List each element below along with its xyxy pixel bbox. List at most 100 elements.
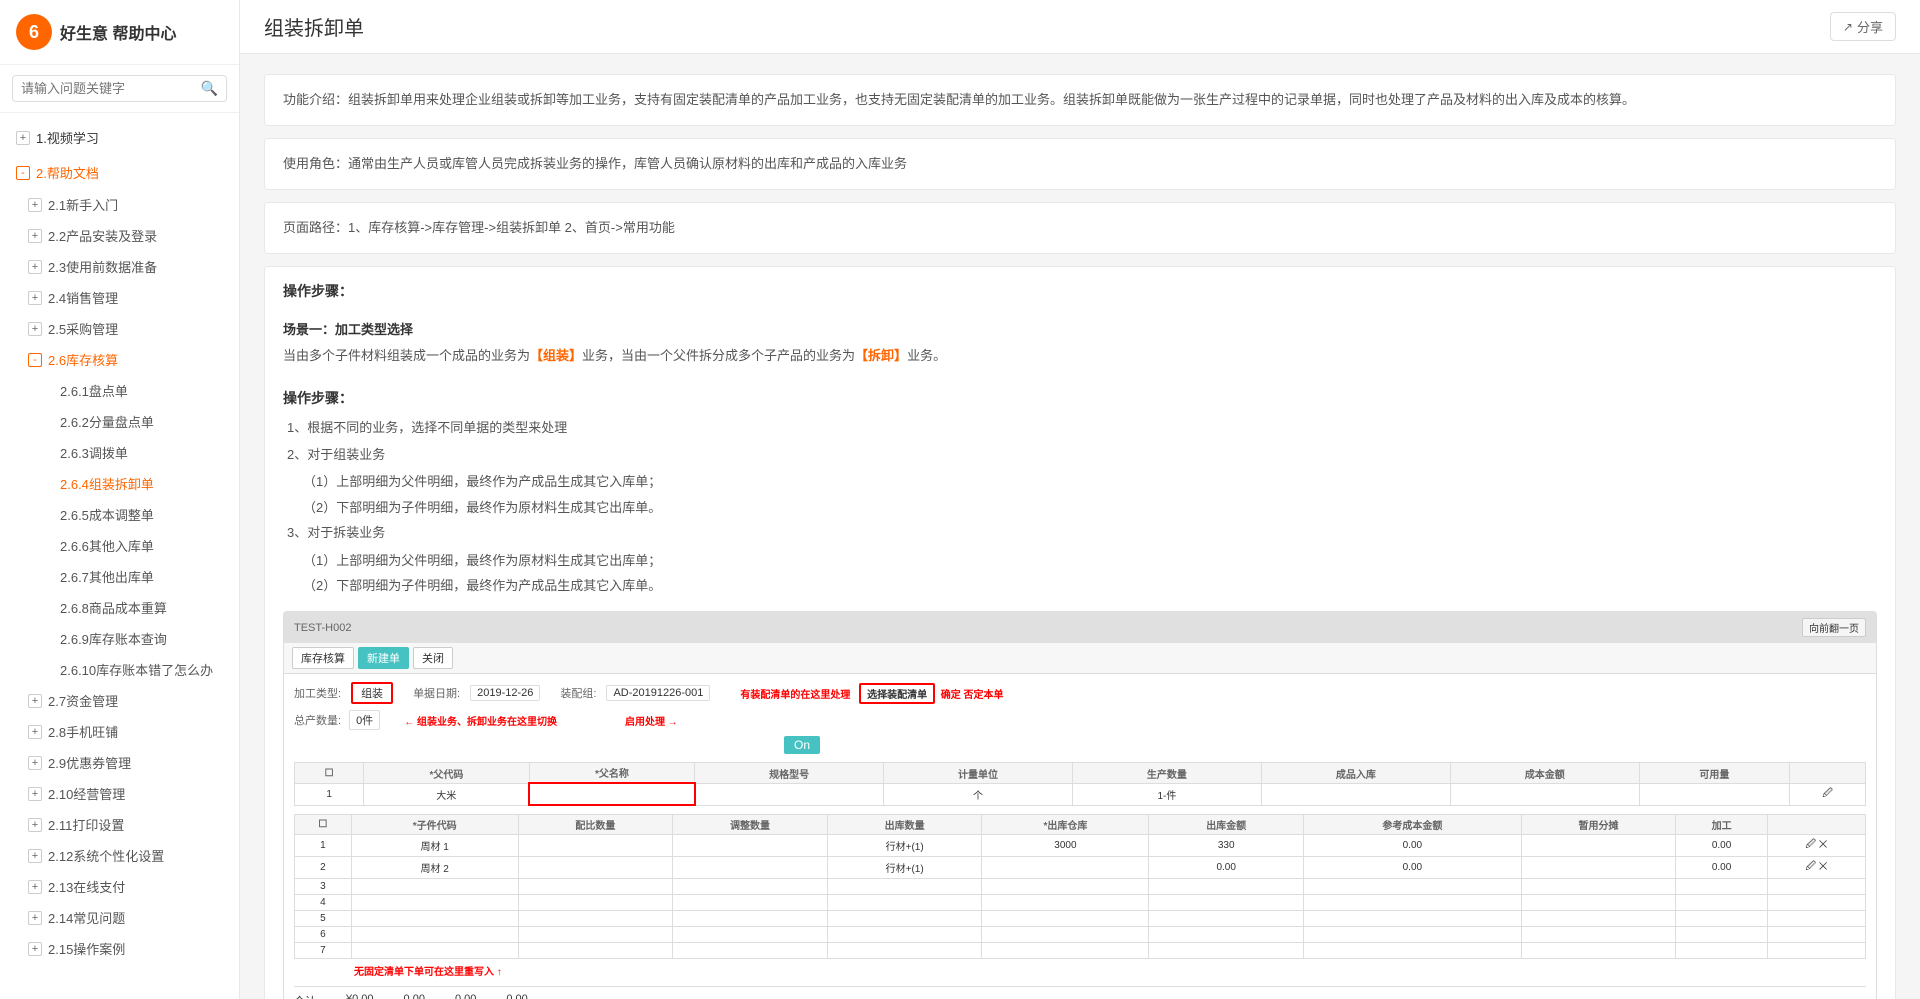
sim-assembly-label: 装配组: — [560, 685, 596, 701]
steps-heading: 操作步骤： — [283, 267, 1877, 309]
col-in-qty: 成品入库 — [1261, 763, 1450, 784]
annotation-1-btn: 选择装配清单 — [859, 683, 935, 704]
sidebar-item-personalize[interactable]: + 2.12系统个性化设置 — [0, 840, 239, 871]
logo-area: 6 好生意 帮助中心 — [0, 0, 239, 65]
inventory-sub-items: 2.6.1盘点单 2.6.2分量盘点单 2.6.3调拨单 2.6.4组装拆卸单 … — [0, 375, 239, 685]
sidebar-item-finance[interactable]: + 2.7资金管理 — [0, 685, 239, 716]
sidebar-item-mobile[interactable]: + 2.8手机旺铺 — [0, 716, 239, 747]
sidebar-item-purchase[interactable]: + 2.5采购管理 — [0, 313, 239, 344]
expand-icon-ss210: + — [28, 787, 42, 801]
sidebar-item-inventory[interactable]: - 2.6库存核算 — [0, 344, 239, 375]
screenshot-topbar-id: TEST-H002 — [294, 622, 351, 634]
sim-type-select[interactable]: 组装 — [351, 682, 393, 704]
sim-tab-inventory: 库存核算 — [292, 647, 354, 669]
screenshot-topbar-btn: 向前翻一页 — [1802, 618, 1866, 637]
intro-block-3: 页面路径：1、库存核算->库存管理->组装拆卸单 2、首页->常用功能 — [264, 202, 1896, 254]
share-icon: ↗ — [1843, 20, 1853, 34]
sim-tab-close: 关闭 — [413, 647, 453, 669]
sidebar-item-help-docs[interactable]: - 2.帮助文档 — [0, 156, 239, 189]
sidebar-item-other-in[interactable]: 2.6.6其他入库单 — [16, 530, 239, 561]
expand-icon-ss28: + — [28, 725, 42, 739]
share-button[interactable]: ↗ 分享 — [1830, 12, 1896, 41]
sidebar-item-inventory-count[interactable]: 2.6.1盘点单 — [16, 375, 239, 406]
sim-qty-value: 0件 — [349, 710, 380, 730]
col-cost: 成本金额 — [1450, 763, 1639, 784]
expand-icon-ss22: + — [28, 229, 42, 243]
logo-icon: 6 — [16, 14, 52, 50]
sidebar-item-transfer[interactable]: 2.6.3调拨单 — [16, 437, 239, 468]
sim-qty-label: 总产数量: — [294, 712, 341, 728]
sidebar-item-coupon[interactable]: + 2.9优惠券管理 — [0, 747, 239, 778]
sidebar-item-print[interactable]: + 2.11打印设置 — [0, 809, 239, 840]
main-area: 组装拆卸单 ↗ 分享 功能介绍：组装拆卸单用来处理企业组装或拆卸等加工业务，支持… — [240, 0, 1920, 999]
search-area: 🔍 — [0, 65, 239, 113]
sim-sub-row-2: 2周材 2行材+(1)0.000.000.00🖉 ✕ — [295, 857, 1866, 879]
logo-text: 好生意 帮助中心 — [60, 20, 176, 44]
expand-icon-ss211: + — [28, 818, 42, 832]
sim-tab-new: 新建单 — [358, 647, 409, 669]
col-parent-code: *父代码 — [364, 763, 529, 784]
step2: 2、对于组装业务 — [283, 443, 1877, 466]
sim-main-row-1: 1 大米 个 1-件 🖉 — [295, 783, 1866, 805]
sidebar-item-stock-query[interactable]: 2.6.9库存账本查询 — [16, 623, 239, 654]
annotation-1: 有装配清单的在这里处理 选择装配清单 确定 否定本单 — [740, 683, 1003, 704]
sim-sub-row-3: 3 — [295, 879, 1866, 895]
expand-icon-ss29: + — [28, 756, 42, 770]
collapse-icon-ss26: - — [28, 353, 42, 367]
scene1-desc: 当由多个子件材料组装成一个成品的业务为【组装】业务，当由一个父件拆分成多个子产品… — [283, 344, 1877, 367]
step1: 1、根据不同的业务，选择不同单据的类型来处理 — [283, 416, 1877, 439]
nav-list: + 1.视频学习 - 2.帮助文档 + 2.1新手入门 + 2.2产品安装及登录… — [0, 113, 239, 999]
col-available: 可用量 — [1639, 763, 1789, 784]
sidebar: 6 好生意 帮助中心 🔍 + 1.视频学习 - 2.帮助文档 + 2.1新 — [0, 0, 240, 999]
sim-footer: 合计 ¥0.00 0.00 0.00 0.00 — [294, 986, 1866, 999]
sim-date-value: 2019-12-26 — [470, 685, 540, 701]
col-check: ☐ — [295, 763, 364, 784]
sim-type-label: 加工类型: — [294, 685, 341, 701]
expand-icon-ss21: + — [28, 198, 42, 212]
sidebar-item-beginner[interactable]: + 2.1新手入门 — [0, 189, 239, 220]
sim-date-label: 单据日期: — [413, 685, 460, 701]
sidebar-item-stock-error[interactable]: 2.6.10库存账本错了怎么办 — [16, 654, 239, 685]
sidebar-item-mgmt[interactable]: + 2.10经营管理 — [0, 778, 239, 809]
step2-1: （1）上部明细为父件明细，最终作为产成品生成其它入库单； — [283, 470, 1877, 493]
ops-heading: 操作步骤： — [283, 374, 1877, 416]
screenshot-container: TEST-H002 向前翻一页 库存核算 新建单 关闭 加工类型: 组装 单据日… — [283, 611, 1877, 999]
step3-1: （1）上部明细为父件明细，最终作为原材料生成其它出库单； — [283, 549, 1877, 572]
expand-icon-ss213: + — [28, 880, 42, 894]
search-icon[interactable]: 🔍 — [201, 80, 218, 97]
sim-sub-table: ☐ *子件代码 配比数量 调整数量 出库数量 *出库仓库 出库金额 参考成本金额… — [294, 814, 1866, 959]
search-input[interactable] — [21, 81, 201, 96]
col-prod-qty: 生产数量 — [1072, 763, 1261, 784]
sidebar-item-video-learning[interactable]: + 1.视频学习 — [0, 121, 239, 154]
sidebar-item-cases[interactable]: + 2.15操作案例 — [0, 933, 239, 964]
expand-icon-ss27: + — [28, 694, 42, 708]
search-box: 🔍 — [12, 75, 227, 102]
annotation-2: ← 组装业务、拆卸业务在这里切换 — [404, 713, 557, 728]
sim-sub-row-6: 6 — [295, 927, 1866, 943]
topbar: 组装拆卸单 ↗ 分享 — [240, 0, 1920, 54]
nav-section-help-docs: - 2.帮助文档 + 2.1新手入门 + 2.2产品安装及登录 + 2.3使用前… — [0, 156, 239, 964]
sidebar-item-cost-recalc[interactable]: 2.6.8商品成本重算 — [16, 592, 239, 623]
expand-icon-ss215: + — [28, 942, 42, 956]
sidebar-item-data-prep[interactable]: + 2.3使用前数据准备 — [0, 251, 239, 282]
sidebar-item-install[interactable]: + 2.2产品安装及登录 — [0, 220, 239, 251]
sidebar-item-partial-count[interactable]: 2.6.2分量盘点单 — [16, 406, 239, 437]
annotation-4: 无固定清单下单可在这里重写入 ↑ — [354, 963, 1866, 978]
col-unit: 计量单位 — [884, 763, 1073, 784]
sim-sub-row-5: 5 — [295, 911, 1866, 927]
page-title: 组装拆卸单 — [264, 12, 364, 41]
content-area: 功能介绍：组装拆卸单用来处理企业组装或拆卸等加工业务，支持有固定装配清单的产品加… — [240, 54, 1920, 999]
expand-icon-ss212: + — [28, 849, 42, 863]
on-badge: On — [784, 736, 820, 754]
sim-sub-row-1: 1周材 1行材+(1)30003300.000.00🖉 ✕ — [295, 835, 1866, 857]
step3: 3、对于拆装业务 — [283, 521, 1877, 544]
sidebar-item-assembly[interactable]: 2.6.4组装拆卸单 — [16, 468, 239, 499]
sidebar-item-payment[interactable]: + 2.13在线支付 — [0, 871, 239, 902]
col-parent-name: *父名称 — [529, 763, 694, 784]
sidebar-item-sales[interactable]: + 2.4销售管理 — [0, 282, 239, 313]
sidebar-item-faq[interactable]: + 2.14常见问题 — [0, 902, 239, 933]
sidebar-item-cost-adjust[interactable]: 2.6.5成本调整单 — [16, 499, 239, 530]
expand-icon-ss214: + — [28, 911, 42, 925]
sim-sub-table-area: ☐ *子件代码 配比数量 调整数量 出库数量 *出库仓库 出库金额 参考成本金额… — [294, 814, 1866, 959]
sidebar-item-other-out[interactable]: 2.6.7其他出库单 — [16, 561, 239, 592]
